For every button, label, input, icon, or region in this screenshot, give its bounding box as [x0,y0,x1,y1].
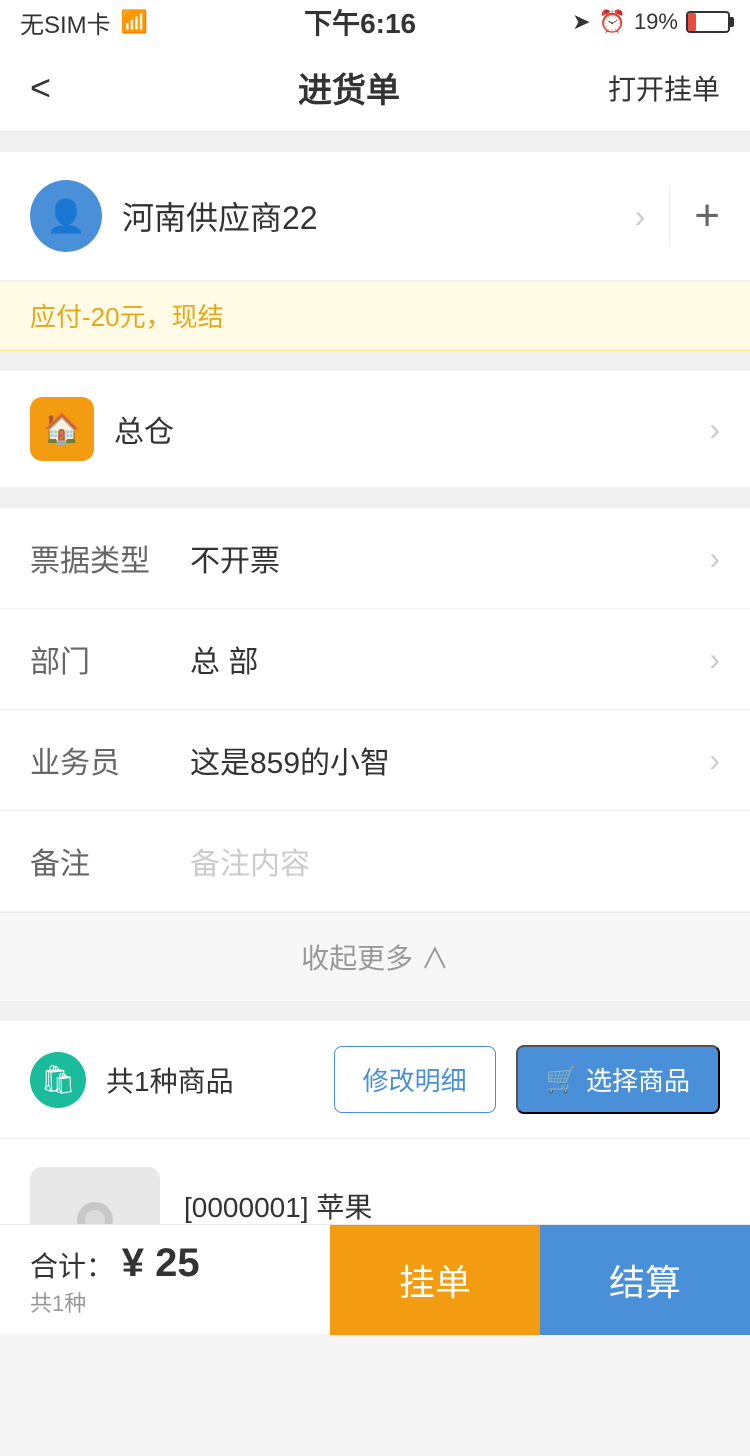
supplier-row: 👤 河南供应商22 › + [0,152,750,281]
back-button[interactable]: < [30,67,90,109]
footer: 合计： ¥ 25 共1种 挂单 结算 [0,1224,750,1334]
note-placeholder: 备注内容 [170,839,720,883]
hang-button-label: 挂单 [399,1254,471,1306]
status-bar: 无SIM卡 📶 下午6:16 ➤ ⏰ 19% [0,0,750,44]
nav-bar: < 进货单 打开挂单 [0,44,750,132]
battery-icon [686,11,730,33]
products-header: 🛍 共1种商品 修改明细 🛒 选择商品 [0,1021,750,1139]
invoice-type-value: 不开票 [170,536,709,580]
products-icon: 🛍 [30,1052,86,1108]
note-row[interactable]: 备注 备注内容 [0,811,750,912]
avatar-icon: 👤 [46,197,86,235]
salesperson-label: 业务员 [30,738,170,782]
supplier-chevron-icon: › [635,198,646,235]
vertical-divider [669,186,670,246]
product-title-text: 苹果 [316,1192,372,1223]
select-product-button[interactable]: 🛒 选择商品 [516,1045,720,1114]
warehouse-row[interactable]: 🏠 总仓 › [0,371,750,488]
settle-button[interactable]: 结算 [540,1225,750,1335]
supplier-section: 👤 河南供应商22 › + 应付-20元，现结 [0,152,750,351]
divider-3 [0,1001,750,1021]
collapse-text: 收起更多 ∧ [301,937,449,977]
settle-button-label: 结算 [609,1254,681,1306]
footer-total: 合计： ¥ 25 共1种 [0,1241,330,1318]
page-title: 进货单 [298,63,400,112]
department-label: 部门 [30,637,170,681]
carrier-text: 无SIM卡 [20,5,111,40]
department-value: 总 部 [170,637,709,681]
hang-button[interactable]: 挂单 [330,1225,540,1335]
products-count: 共1种商品 [106,1060,314,1100]
product-name: [0000001] 苹果 [184,1186,662,1226]
select-product-label: 选择商品 [586,1061,690,1098]
divider-1 [0,351,750,371]
select-product-icon: 🛒 [546,1064,578,1095]
salesperson-value: 这是859的小智 [170,738,709,782]
total-amount: ¥ 25 [122,1241,200,1285]
footer-spacer [0,1326,750,1456]
warehouse-name: 总仓 [114,407,709,451]
battery-fill [688,13,696,31]
note-label: 备注 [30,839,170,883]
department-row[interactable]: 部门 总 部 › [0,609,750,710]
department-chevron-icon: › [709,641,720,678]
house-icon: 🏠 [43,412,80,447]
total-label: 合计： [30,1251,114,1282]
wifi-icon: 📶 [121,9,148,35]
invoice-type-row[interactable]: 票据类型 不开票 › [0,508,750,609]
divider-2 [0,488,750,508]
warehouse-section: 🏠 总仓 › [0,371,750,488]
edit-detail-button[interactable]: 修改明细 [334,1046,496,1113]
notice-bar: 应付-20元，现结 [0,281,750,351]
cart-icon: 🛍 [40,1063,76,1096]
supplier-avatar: 👤 [30,180,102,252]
supplier-name: 河南供应商22 [122,193,635,239]
footer-count: 共1种 [30,1286,300,1318]
alarm-icon: ⏰ [599,9,626,35]
add-button[interactable]: + [694,191,720,241]
invoice-chevron-icon: › [709,540,720,577]
top-divider [0,132,750,152]
footer-total-row: 合计： ¥ 25 [30,1241,300,1286]
salesperson-chevron-icon: › [709,742,720,779]
status-left: 无SIM卡 📶 [20,5,148,40]
status-time: 下午6:16 [304,2,416,42]
salesperson-row[interactable]: 业务员 这是859的小智 › [0,710,750,811]
invoice-type-label: 票据类型 [30,536,170,580]
location-icon: ➤ [572,9,590,35]
status-right: ➤ ⏰ 19% [572,9,730,35]
battery-percent: 19% [634,9,678,35]
warehouse-icon: 🏠 [30,397,94,461]
open-pending-button[interactable]: 打开挂单 [608,68,720,108]
collapse-row[interactable]: 收起更多 ∧ [0,912,750,1001]
warehouse-chevron-icon: › [709,411,720,448]
notice-text: 应付-20元，现结 [30,302,224,332]
product-code: [0000001] [184,1192,309,1223]
form-section: 票据类型 不开票 › 部门 总 部 › 业务员 这是859的小智 › 备注 备注… [0,508,750,912]
